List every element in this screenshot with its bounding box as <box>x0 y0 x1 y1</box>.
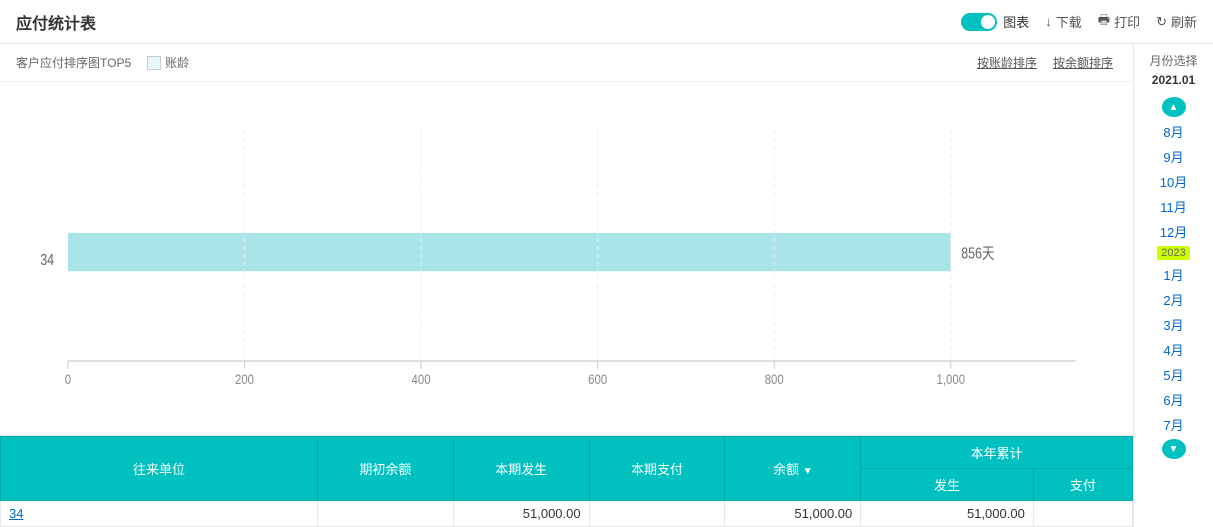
chart-legend-title: 客户应付排序图TOP5 <box>16 54 131 71</box>
refresh-button[interactable]: ↻ 刷新 <box>1156 12 1197 31</box>
svg-text:34: 34 <box>40 251 54 269</box>
data-table-panel: 往来单位 期初余额 本期发生 本期支付 余额 ▼ 本年累计 发生 支付 <box>0 435 1133 527</box>
sidebar-month-1[interactable]: 1月 <box>1134 262 1213 287</box>
page-title: 应付统计表 <box>16 10 96 34</box>
col-ytd-payment: 支付 <box>1033 469 1132 501</box>
sort-by-amount-button[interactable]: 按余额排序 <box>1049 52 1117 73</box>
company-link[interactable]: 34 <box>9 506 23 521</box>
sidebar-month-5[interactable]: 5月 <box>1134 362 1213 387</box>
cell-ytd-occurrence: 51,000.00 <box>861 501 1034 527</box>
sidebar-month-3[interactable]: 3月 <box>1134 312 1213 337</box>
col-opening-balance: 期初余额 <box>317 437 453 501</box>
sidebar-year-badge: 2023 <box>1157 246 1189 260</box>
data-table: 往来单位 期初余额 本期发生 本期支付 余额 ▼ 本年累计 发生 支付 <box>0 436 1133 527</box>
print-icon: 🖶 <box>1098 11 1110 33</box>
sidebar-month-11[interactable]: 11月 <box>1134 194 1213 219</box>
col-balance: 余额 ▼ <box>725 437 861 501</box>
svg-text:856天: 856天 <box>961 244 994 262</box>
download-button[interactable]: ↓ 下载 <box>1045 12 1082 31</box>
sidebar-month-12[interactable]: 12月 <box>1134 219 1213 244</box>
print-label: 打印 <box>1114 12 1140 31</box>
sidebar-label: 月份选择 <box>1149 52 1197 69</box>
legend-item-label: 账龄 <box>165 54 189 71</box>
cell-balance: 51,000.00 <box>725 501 861 527</box>
main-content: 客户应付排序图TOP5 账龄 按账龄排序 按余额排序 34 <box>0 44 1213 527</box>
sidebar-month-2[interactable]: 2月 <box>1134 287 1213 312</box>
download-label: 下载 <box>1056 12 1082 31</box>
print-button[interactable]: 🖶 打印 <box>1098 11 1140 33</box>
svg-text:400: 400 <box>412 371 431 387</box>
chart-legend: 客户应付排序图TOP5 账龄 <box>16 54 189 71</box>
download-icon: ↓ <box>1045 14 1052 29</box>
sidebar-year-display: 2021.01 <box>1152 73 1195 87</box>
legend-item: 账龄 <box>147 54 189 71</box>
svg-text:1,000: 1,000 <box>937 371 966 387</box>
svg-text:600: 600 <box>588 371 607 387</box>
chart-body: 34 856天 0 200 <box>0 82 1133 435</box>
refresh-label: 刷新 <box>1171 12 1197 31</box>
header-actions: 图表 ↓ 下载 🖶 打印 ↻ 刷新 <box>961 11 1197 33</box>
bar-chart: 34 856天 0 200 <box>16 92 1117 425</box>
sidebar-month-9[interactable]: 9月 <box>1134 144 1213 169</box>
sort-by-balance-button[interactable]: 按账龄排序 <box>973 52 1041 73</box>
cell-opening-balance <box>317 501 453 527</box>
chart-header: 客户应付排序图TOP5 账龄 按账龄排序 按余额排序 <box>0 44 1133 82</box>
sidebar-up-button[interactable]: ▲ <box>1162 97 1186 117</box>
chart-label: 图表 <box>1003 12 1029 31</box>
col-current-payment: 本期支付 <box>589 437 725 501</box>
col-ytd-occurrence: 发生 <box>861 469 1034 501</box>
chart-toggle-group: 图表 <box>961 12 1029 31</box>
svg-text:200: 200 <box>235 371 254 387</box>
sidebar-month-4[interactable]: 4月 <box>1134 337 1213 362</box>
col-current-occurrence: 本期发生 <box>453 437 589 501</box>
cell-ytd-payment <box>1033 501 1132 527</box>
sidebar-month-6[interactable]: 6月 <box>1134 387 1213 412</box>
svg-text:800: 800 <box>765 371 784 387</box>
chart-panel: 客户应付排序图TOP5 账龄 按账龄排序 按余额排序 34 <box>0 44 1133 527</box>
svg-text:0: 0 <box>65 371 71 387</box>
cell-current-payment <box>589 501 725 527</box>
sidebar-month-8[interactable]: 8月 <box>1134 119 1213 144</box>
table-row: 34 51,000.00 51,000.00 51,000.00 <box>1 501 1133 527</box>
col-company: 往来单位 <box>1 437 318 501</box>
chart-toggle[interactable] <box>961 13 997 31</box>
app-header: 应付统计表 图表 ↓ 下载 🖶 打印 ↻ 刷新 <box>0 0 1213 44</box>
sort-buttons: 按账龄排序 按余额排序 <box>973 52 1117 73</box>
sidebar-month-7[interactable]: 7月 <box>1134 412 1213 437</box>
sidebar-down-button[interactable]: ▼ <box>1162 439 1186 459</box>
sidebar-month-10[interactable]: 10月 <box>1134 169 1213 194</box>
legend-color-box <box>147 56 161 70</box>
col-ytd: 本年累计 <box>861 437 1133 469</box>
cell-current-occurrence: 51,000.00 <box>453 501 589 527</box>
cell-company: 34 <box>1 501 318 527</box>
right-sidebar: 月份选择 2021.01 ▲ 8月 9月 10月 11月 12月 2023 1月… <box>1133 44 1213 527</box>
refresh-icon: ↻ <box>1156 14 1167 30</box>
